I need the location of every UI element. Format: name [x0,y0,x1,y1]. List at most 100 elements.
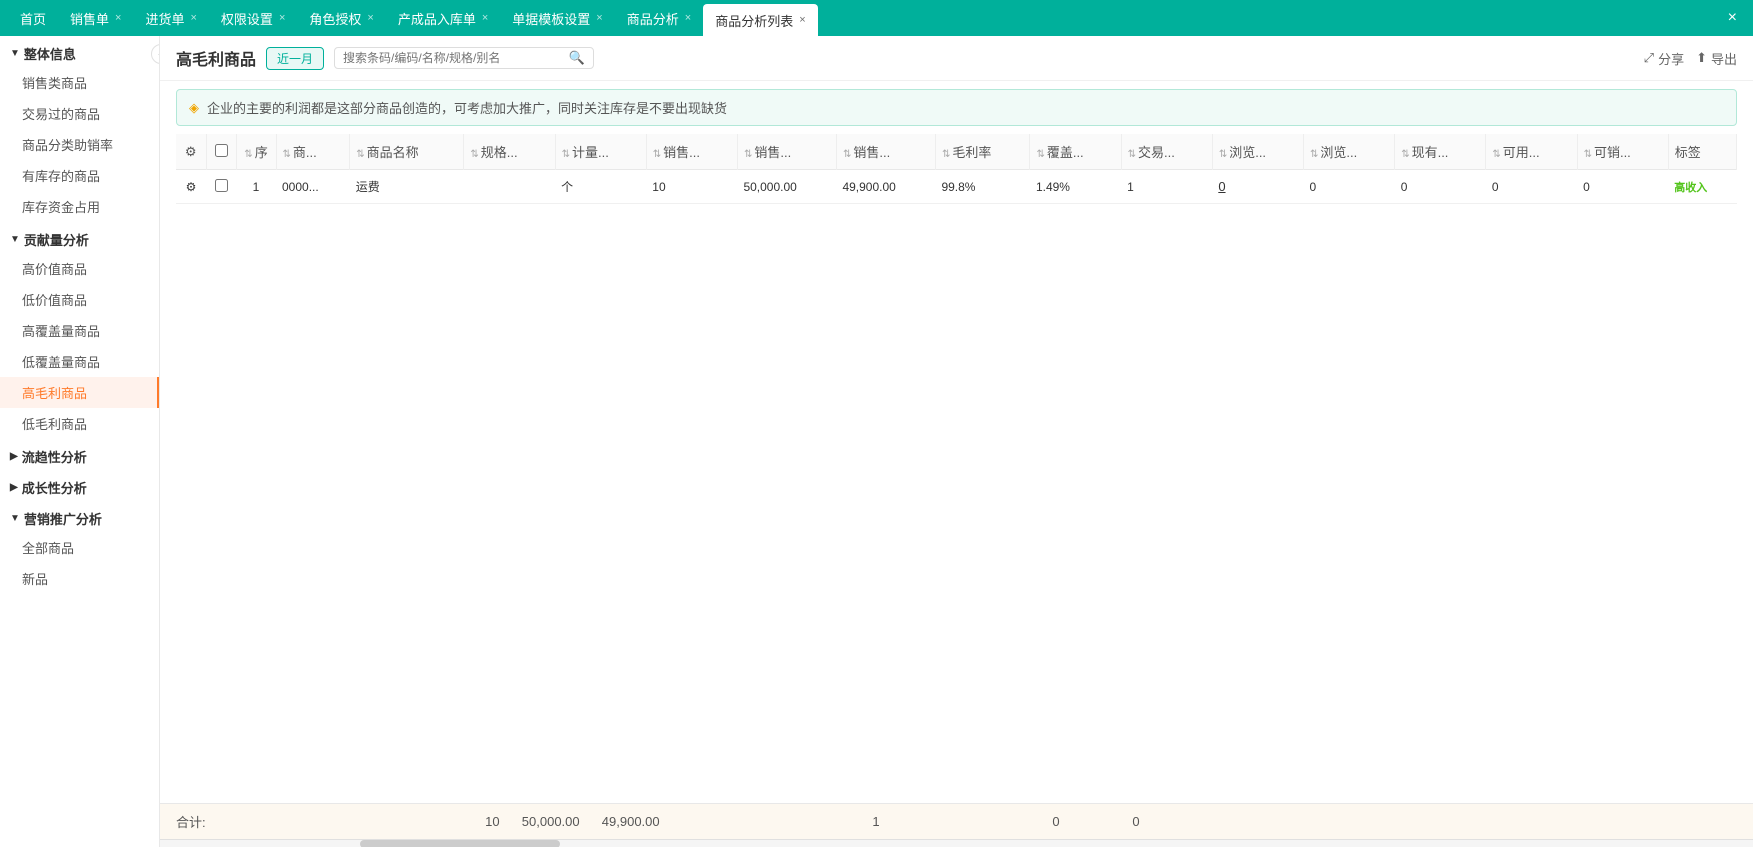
row-checkbox[interactable] [206,170,236,204]
close-all-button[interactable]: × [1720,9,1745,27]
sidebar-item-traded-goods[interactable]: 交易过的商品 [0,98,159,129]
col-header-sellable-stock: ⇅可销... [1577,134,1668,170]
footer-sales-amount: 50,000.00 [506,814,586,829]
sidebar-item-all-goods[interactable]: 全部商品 [0,532,159,563]
table-container: ⚙ ⇅序 ⇅商... ⇅商品名称 [160,134,1753,803]
sidebar-item-category-rate[interactable]: 商品分类助销率 [0,129,159,160]
col-header-name: ⇅商品名称 [350,134,464,170]
filter-recent-month-button[interactable]: 近一月 [266,47,324,70]
footer-label: 合计: [176,812,206,831]
close-tab-sales[interactable]: × [115,12,121,24]
sort-icon-current-stock[interactable]: ⇅ [1401,149,1409,160]
sidebar-group-trend[interactable]: ▶ 流趋性分析 [0,439,159,470]
sort-icon-sales-qty[interactable]: ⇅ [653,149,661,160]
sort-icon-sales-amount[interactable]: ⇅ [744,149,752,160]
settings-icon[interactable]: ⚙ [185,144,197,159]
row-tag: 高收入 [1668,170,1736,204]
sort-icon-name[interactable]: ⇅ [356,149,364,160]
row-sales-amount: 50,000.00 [737,170,836,204]
sort-icon-sellable-stock[interactable]: ⇅ [1584,149,1592,160]
sidebar-item-stock-capital[interactable]: 库存资金占用 [0,191,159,222]
page-title: 高毛利商品 [176,46,256,70]
row-coverage: 1.49% [1030,170,1121,204]
col-header-index: ⇅序 [236,134,276,170]
share-icon: ⤢ [1644,50,1654,66]
sort-icon-sales-cost[interactable]: ⇅ [843,149,851,160]
sort-icon-coverage[interactable]: ⇅ [1036,149,1044,160]
col-header-checkbox[interactable] [206,134,236,170]
sidebar-item-low-value[interactable]: 低价值商品 [0,284,159,315]
col-header-unit: ⇅计量... [555,134,646,170]
close-tab-analysis[interactable]: × [685,12,691,24]
sidebar-item-in-stock[interactable]: 有库存的商品 [0,160,159,191]
sort-icon-unit[interactable]: ⇅ [562,149,570,160]
row-settings[interactable]: ⚙ [176,170,206,204]
browse1-link[interactable]: 0 [1218,179,1225,194]
sort-icon-code[interactable]: ⇅ [283,149,291,160]
footer-spacer [226,814,426,829]
sidebar-item-high-margin[interactable]: 高毛利商品 [0,377,159,408]
tab-role-auth[interactable]: 角色授权 × [297,0,385,36]
col-header-sales-amount: ⇅销售... [737,134,836,170]
col-header-settings[interactable]: ⚙ [176,134,206,170]
col-header-available-stock: ⇅可用... [1486,134,1577,170]
sidebar-group-contribution[interactable]: ▼ 贡献量分析 [0,222,159,253]
close-tab-inbound[interactable]: × [482,12,488,24]
table-body: ⚙ 1 0000... 运费 个 10 50,000.00 49,900.00 … [176,170,1737,204]
col-header-sales-qty: ⇅销售... [646,134,737,170]
export-icon: ⬆ [1696,50,1707,66]
row-unit: 个 [555,170,646,204]
table-header-row: ⚙ ⇅序 ⇅商... ⇅商品名称 [176,134,1737,170]
footer-bar: 合计: 10 50,000.00 49,900.00 1 0 0 [160,803,1753,839]
close-tab-purchase[interactable]: × [190,12,196,24]
horizontal-scrollbar[interactable] [160,839,1753,847]
search-input[interactable] [343,51,569,65]
tab-product-analysis[interactable]: 商品分析 × [615,0,703,36]
footer-sales-qty: 10 [426,814,506,829]
col-header-current-stock: ⇅现有... [1395,134,1486,170]
tab-home[interactable]: 首页 [8,0,58,36]
tab-sales-order[interactable]: 销售单 × [58,0,133,36]
sort-icon-transaction[interactable]: ⇅ [1128,149,1136,160]
search-icon[interactable]: 🔍 [569,50,585,66]
close-tab-permission[interactable]: × [279,12,285,24]
sidebar-group-overall[interactable]: ▼ 整体信息 [0,36,159,67]
sort-icon-browse2[interactable]: ⇅ [1310,149,1318,160]
close-tab-analysis-list[interactable]: × [799,14,805,26]
tab-analysis-list[interactable]: 商品分析列表 × [703,4,817,36]
row-sales-qty: 10 [646,170,737,204]
col-header-transaction: ⇅交易... [1121,134,1212,170]
sidebar-item-new-goods[interactable]: 新品 [0,563,159,594]
sidebar: « ▼ 整体信息 销售类商品 交易过的商品 商品分类助销率 有库存的商品 库存资… [0,36,160,847]
info-text: 企业的主要的利润都是这部分商品创造的，可考虑加大推广，同时关注库存是不要出现缺货 [207,98,727,117]
row-code: 0000... [276,170,350,204]
close-tab-template[interactable]: × [596,12,602,24]
row-spec [464,170,555,204]
sidebar-item-high-value[interactable]: 高价值商品 [0,253,159,284]
sort-icon[interactable]: ⇅ [244,149,252,160]
tab-permission-settings[interactable]: 权限设置 × [209,0,297,36]
footer-spacer2 [666,814,806,829]
sort-icon-gross-margin[interactable]: ⇅ [942,149,950,160]
sort-icon-browse1[interactable]: ⇅ [1219,149,1227,160]
sidebar-item-high-coverage[interactable]: 高覆盖量商品 [0,315,159,346]
sidebar-group-growth[interactable]: ▶ 成长性分析 [0,470,159,501]
sidebar-item-low-coverage[interactable]: 低覆盖量商品 [0,346,159,377]
export-button[interactable]: ⬆ 导出 [1696,49,1737,68]
tab-purchase-order[interactable]: 进货单 × [133,0,208,36]
footer-spacer3 [886,814,986,829]
scrollbar-thumb[interactable] [360,840,560,847]
select-all-checkbox[interactable] [215,144,228,157]
sort-icon-available-stock[interactable]: ⇅ [1492,149,1500,160]
sidebar-item-sales-goods[interactable]: 销售类商品 [0,67,159,98]
sort-icon-spec[interactable]: ⇅ [470,149,478,160]
tag-label: 高收入 [1674,182,1707,194]
tab-product-inbound[interactable]: 产成品入库单 × [386,0,500,36]
footer-values: 10 50,000.00 49,900.00 1 0 0 [226,814,1146,829]
share-button[interactable]: ⤢ 分享 [1644,49,1684,68]
sidebar-group-marketing[interactable]: ▼ 营销推广分析 [0,501,159,532]
sidebar-item-low-margin[interactable]: 低毛利商品 [0,408,159,439]
close-tab-role[interactable]: × [367,12,373,24]
search-box: 🔍 [334,47,594,69]
tab-template-settings[interactable]: 单据模板设置 × [500,0,614,36]
